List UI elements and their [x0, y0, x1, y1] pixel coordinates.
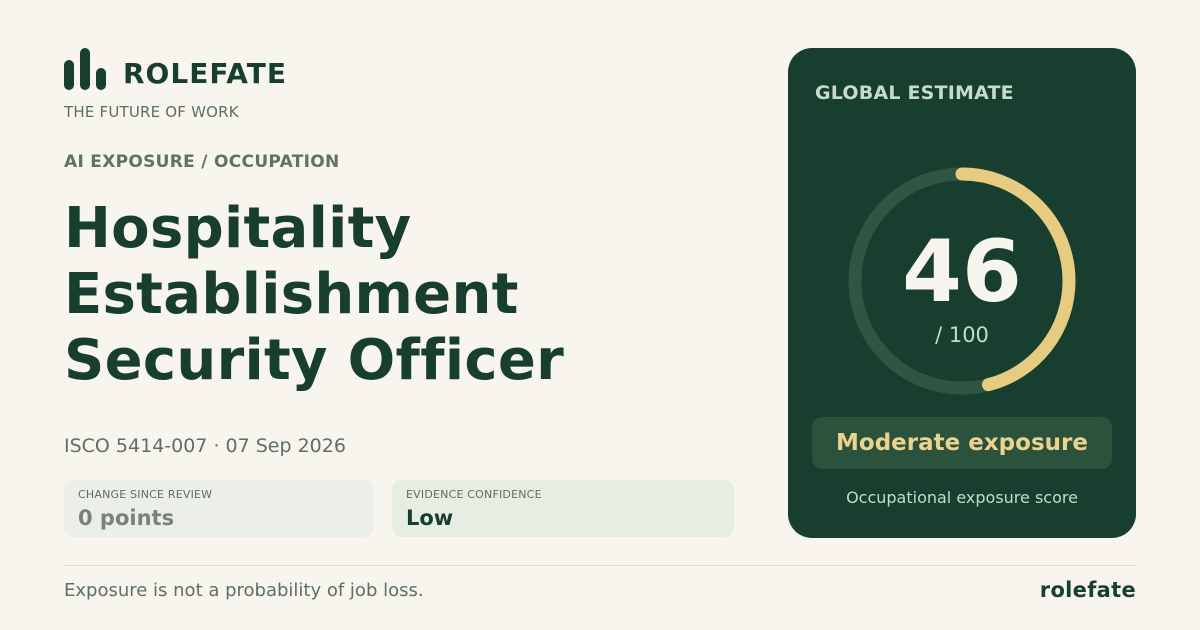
brand-name: ROLEFATE — [123, 57, 287, 90]
footer-brand: rolefate — [1039, 578, 1136, 602]
tagline: THE FUTURE OF WORK — [64, 103, 239, 121]
score-max: / 100 — [935, 323, 989, 347]
change-since-review-card: CHANGE SINCE REVIEW 0 points — [64, 480, 374, 537]
footer-divider — [64, 565, 1136, 566]
score-caption: Occupational exposure score — [846, 488, 1078, 507]
section-kicker: AI EXPOSURE / OCCUPATION — [64, 152, 340, 172]
bar-chart-logo-icon — [64, 48, 108, 90]
evidence-confidence-card: EVIDENCE CONFIDENCE Low — [392, 480, 734, 537]
score-value: 46 — [902, 222, 1022, 322]
occupation-title: Hospitality Establishment Security Offic… — [64, 196, 565, 393]
score-card: GLOBAL ESTIMATE 46 / 100 Moderate exposu… — [788, 48, 1136, 538]
score-card-label: GLOBAL ESTIMATE — [815, 82, 1014, 104]
stat-label: CHANGE SINCE REVIEW — [78, 488, 213, 501]
stat-value: Low — [406, 506, 454, 530]
occupation-meta: ISCO 5414-007 · 07 Sep 2026 — [64, 435, 346, 457]
exposure-level-badge: Moderate exposure — [812, 417, 1112, 469]
stat-value: 0 points — [78, 506, 175, 530]
stat-label: EVIDENCE CONFIDENCE — [406, 488, 542, 501]
disclaimer: Exposure is not a probability of job los… — [64, 580, 424, 601]
